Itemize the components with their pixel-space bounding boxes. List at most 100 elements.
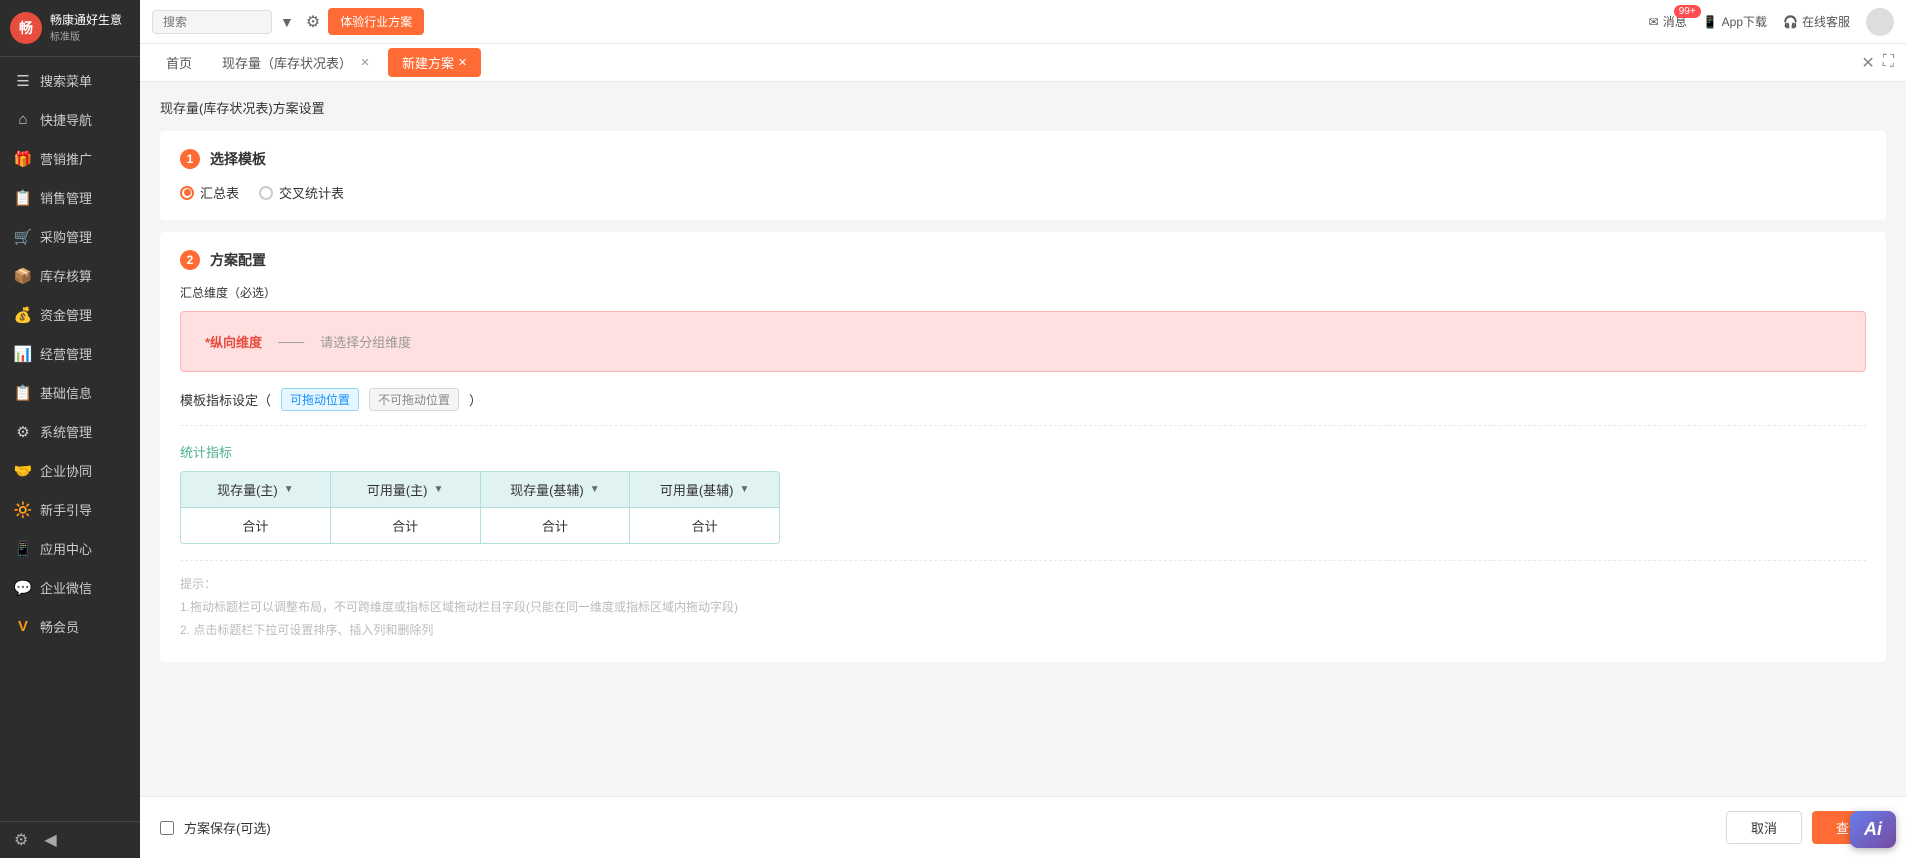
sidebar-item-cooperation[interactable]: 🤝 企业协同 (0, 451, 140, 490)
close-window-icon[interactable]: ✕ (1861, 53, 1874, 73)
sidebar-item-wechat[interactable]: 💬 企业微信 (0, 568, 140, 607)
app-download-label: App下载 (1722, 13, 1767, 30)
logo-text-block: 畅康通好生意 标准版 (50, 13, 122, 44)
vertical-dim-label: *纵向维度 (205, 332, 262, 351)
sidebar-item-quick-nav[interactable]: ⌂ 快捷导航 (0, 100, 140, 139)
sidebar-item-new-guide[interactable]: 🔆 新手引导 (0, 490, 140, 529)
step1-title: 选择模板 (210, 149, 266, 169)
sidebar-item-label: 经营管理 (40, 344, 92, 363)
stats-col-2: 现存量(基辅) ▼ (481, 472, 631, 507)
finance-icon: 💰 (14, 306, 32, 324)
draggable-tag: 可拖动位置 (281, 388, 359, 411)
template-radio-group: 汇总表 交叉统计表 (180, 183, 1866, 202)
sidebar-footer: ⚙ ◀ (0, 821, 140, 858)
purchase-icon: 🛒 (14, 228, 32, 246)
app-name: 畅康通好生意 (50, 13, 122, 29)
tips-section: 提示： 1.拖动标题栏可以调整布局，不可跨维度或指标区域拖动栏目字段(只能在同一… (180, 560, 1866, 640)
cancel-button[interactable]: 取消 (1726, 811, 1802, 844)
online-service-button[interactable]: 🎧 在线客服 (1783, 13, 1850, 30)
gear-icon[interactable]: ⚙ (306, 12, 320, 32)
step1-header: 1 选择模板 (180, 149, 1866, 169)
tips-item-1: 2. 点击标题栏下拉可设置排序、插入列和删除列 (180, 621, 1866, 640)
sidebar-item-finance[interactable]: 💰 资金管理 (0, 295, 140, 334)
basic-info-icon: 📋 (14, 384, 32, 402)
bottom-bar: 方案保存(可选) 取消 查询 (140, 796, 1906, 858)
tab-inventory-status[interactable]: 现存量（库存状况表） ✕ (208, 44, 386, 81)
content-area: 现存量(库存状况表)方案设置 1 选择模板 汇总表 交叉统计表 (140, 82, 1906, 796)
radio-summary[interactable]: 汇总表 (180, 183, 239, 202)
sidebar-item-marketing[interactable]: 🎁 营销推广 (0, 139, 140, 178)
indicator-settings-label: 模板指标设定（ (180, 390, 271, 409)
stats-col-2-dropdown[interactable]: ▼ (590, 484, 600, 495)
system-icon: ⚙ (14, 423, 32, 441)
sidebar-item-label: 基础信息 (40, 383, 92, 402)
marketing-icon: 🎁 (14, 150, 32, 168)
sidebar-item-label: 资金管理 (40, 305, 92, 324)
stats-col-1: 可用量(主) ▼ (331, 472, 481, 507)
message-icon: ✉ (1649, 15, 1659, 29)
stats-col-0-dropdown[interactable]: ▼ (284, 484, 294, 495)
app-download-button[interactable]: 📱 App下载 (1703, 13, 1767, 30)
wechat-icon: 💬 (14, 579, 32, 597)
avatar[interactable] (1866, 8, 1894, 36)
sidebar-item-app-center[interactable]: 📱 应用中心 (0, 529, 140, 568)
radio-summary-label: 汇总表 (200, 183, 239, 202)
sidebar-menu: ☰ 搜索菜单 ⌂ 快捷导航 🎁 营销推广 📋 销售管理 🛒 采购管理 📦 库存核… (0, 57, 140, 821)
sidebar-item-inventory[interactable]: 📦 库存核算 (0, 256, 140, 295)
stats-col-3-label: 可用量(基辅) (660, 480, 734, 499)
app-download-icon: 📱 (1703, 15, 1718, 29)
inventory-icon: 📦 (14, 267, 32, 285)
stats-title: 统计指标 (180, 442, 1866, 461)
radio-cross[interactable]: 交叉统计表 (259, 183, 344, 202)
stats-data-3: 合计 (630, 508, 779, 543)
tips-item-0: 1.拖动标题栏可以调整布局，不可跨维度或指标区域拖动栏目字段(只能在同一维度或指… (180, 598, 1866, 617)
radio-summary-circle (180, 186, 194, 200)
sidebar-item-member[interactable]: V 畅会员 (0, 607, 140, 646)
stats-col-3-dropdown[interactable]: ▼ (740, 484, 750, 495)
collapse-icon[interactable]: ◀ (44, 830, 56, 850)
dropdown-button[interactable]: ▼ (280, 14, 294, 30)
stats-col-1-label: 可用量(主) (367, 480, 428, 499)
quick-nav-icon: ⌂ (14, 111, 32, 129)
save-checkbox[interactable] (160, 821, 174, 835)
stats-col-1-dropdown[interactable]: ▼ (434, 484, 444, 495)
sidebar-item-purchase[interactable]: 🛒 采购管理 (0, 217, 140, 256)
sidebar-item-label: 库存核算 (40, 266, 92, 285)
sidebar-item-search-menu[interactable]: ☰ 搜索菜单 (0, 61, 140, 100)
tabs-right-actions: ✕ ⛶ (1861, 53, 1894, 73)
step1-num: 1 (180, 149, 200, 169)
tips-title: 提示： (180, 575, 1866, 592)
step2-header: 2 方案配置 (180, 250, 1866, 270)
new-guide-icon: 🔆 (14, 501, 32, 519)
trial-industry-button[interactable]: 体验行业方案 (328, 8, 424, 35)
sales-icon: 📋 (14, 189, 32, 207)
sidebar-item-system[interactable]: ⚙ 系统管理 (0, 412, 140, 451)
step1-card: 1 选择模板 汇总表 交叉统计表 (160, 131, 1886, 220)
tab-home[interactable]: 首页 (152, 44, 206, 81)
sidebar-item-basic-info[interactable]: 📋 基础信息 (0, 373, 140, 412)
page-title: 现存量(库存状况表)方案设置 (160, 98, 1886, 117)
search-input[interactable] (152, 10, 272, 34)
dimension-placeholder: 请选择分组维度 (320, 332, 411, 351)
tab-new-scheme-close[interactable]: ✕ (458, 56, 467, 69)
sidebar-item-label: 采购管理 (40, 227, 92, 246)
sidebar-item-label: 企业协同 (40, 461, 92, 480)
sidebar-item-management[interactable]: 📊 经营管理 (0, 334, 140, 373)
stats-header-row: 现存量(主) ▼ 可用量(主) ▼ 现存量(基辅) ▼ (181, 472, 779, 507)
online-service-label: 在线客服 (1802, 13, 1850, 30)
sidebar-item-sales[interactable]: 📋 销售管理 (0, 178, 140, 217)
settings-icon[interactable]: ⚙ (14, 830, 28, 850)
stats-col-0: 现存量(主) ▼ (181, 472, 331, 507)
topbar-right: ✉ 消息 99+ 📱 App下载 🎧 在线客服 (1649, 8, 1894, 36)
message-button[interactable]: ✉ 消息 99+ (1649, 13, 1687, 30)
tab-new-scheme-label: 新建方案 (402, 53, 454, 72)
tab-new-scheme[interactable]: 新建方案 ✕ (388, 48, 481, 77)
tab-inventory-status-close[interactable]: ✕ (358, 56, 372, 70)
radio-cross-label: 交叉统计表 (279, 183, 344, 202)
indicator-settings-suffix: ） (469, 390, 482, 409)
step2-num: 2 (180, 250, 200, 270)
expand-icon[interactable]: ⛶ (1883, 53, 1894, 73)
sidebar-logo: 畅 畅康通好生意 标准版 (0, 0, 140, 57)
management-icon: 📊 (14, 345, 32, 363)
ai-badge[interactable]: Ai (1850, 811, 1896, 848)
